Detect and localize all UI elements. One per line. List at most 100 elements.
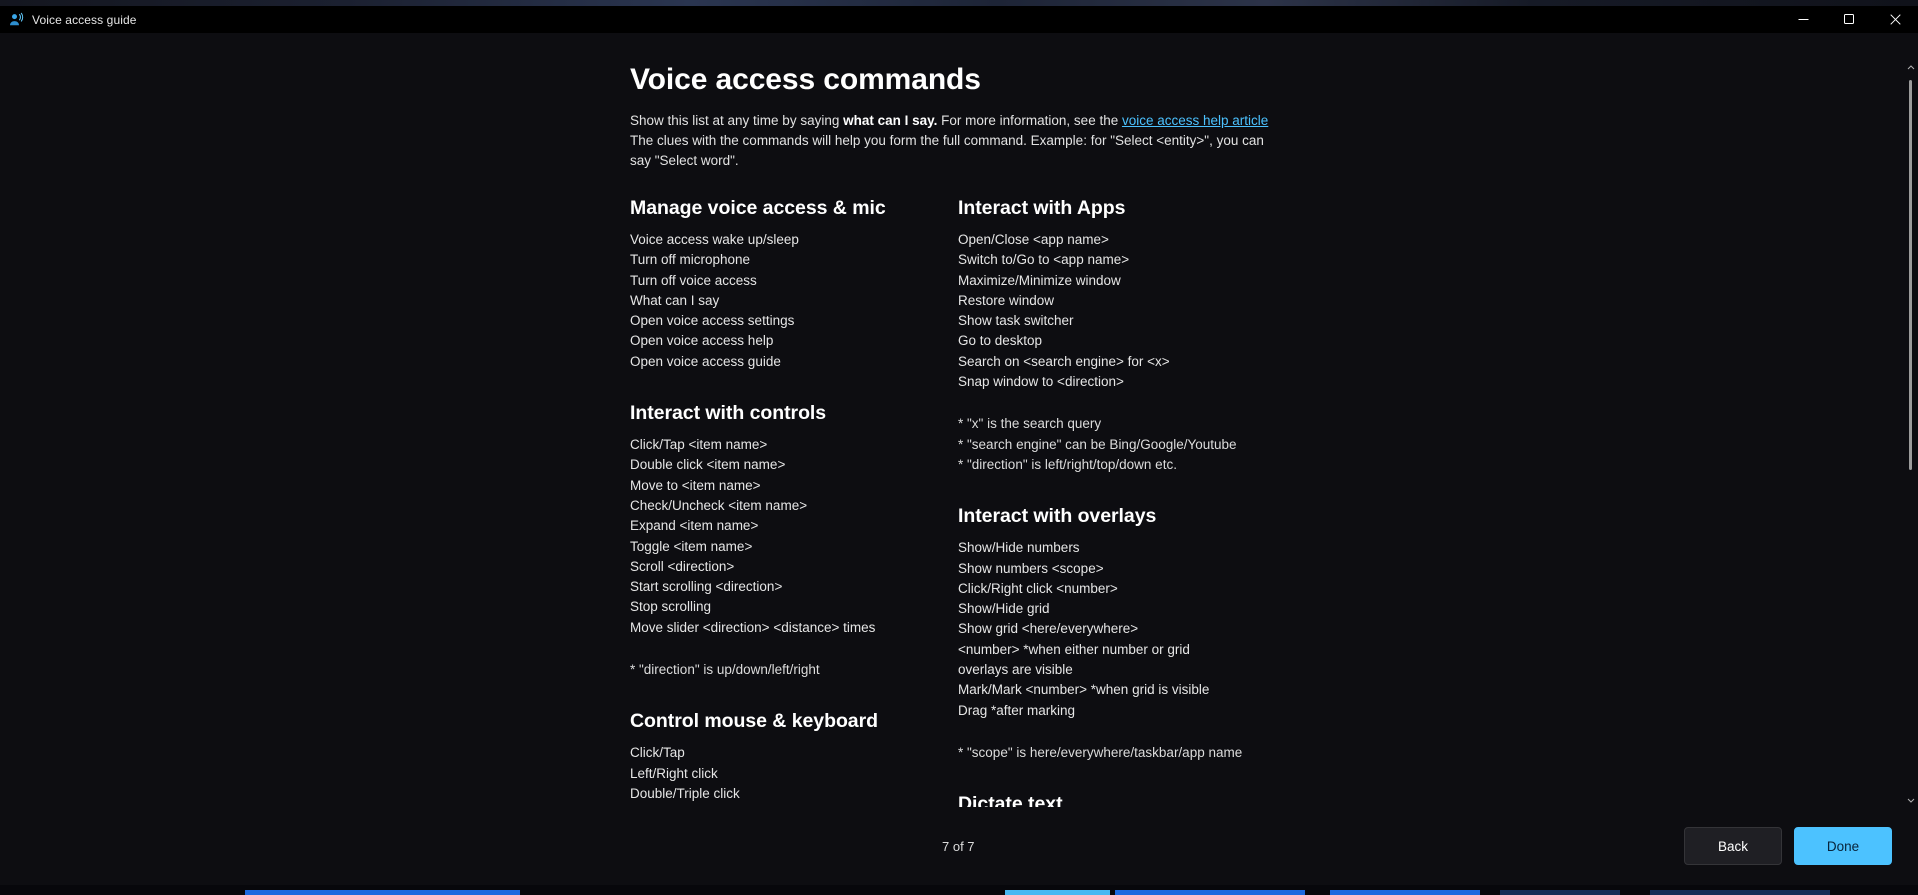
note-item: * "search engine" can be Bing/Google/You…	[958, 436, 1237, 452]
command-item: Switch to/Go to <app name>	[958, 252, 1130, 268]
command-item: <number> *when either number or grid	[958, 641, 1190, 657]
maximize-button[interactable]	[1826, 6, 1872, 33]
command-list: Click/Tap Left/Right click Double/Triple…	[630, 743, 958, 807]
command-item: Show/Hide grid	[958, 601, 1050, 617]
section-title: Manage voice access & mic	[630, 197, 886, 219]
command-item: Open voice access guide	[630, 353, 781, 369]
window-controls	[1780, 6, 1918, 33]
taskbar-item	[1330, 890, 1480, 895]
command-item: Show grid <here/everywhere>	[958, 621, 1139, 637]
left-column: Manage voice access & mic Voice access w…	[630, 197, 958, 807]
chevron-up-icon[interactable]	[1904, 60, 1918, 74]
intro-line3: say "Select word".	[630, 153, 739, 168]
command-item: Left/Right click	[630, 765, 718, 781]
taskbar-item	[245, 890, 520, 895]
command-list: Show/Hide numbers Show numbers <scope> C…	[958, 538, 1286, 721]
done-button[interactable]: Done	[1794, 827, 1892, 865]
command-item: Maximize/Minimize window	[958, 272, 1121, 288]
intro-paragraph: Show this list at any time by saying wha…	[630, 111, 1290, 171]
taskbar-strip-bottom	[0, 885, 1918, 895]
footer-bar: 7 of 7 Back Done	[0, 807, 1918, 885]
command-item: Start scrolling <direction>	[630, 579, 783, 595]
section-interact-with-apps: Interact with Apps Open/Close <app name>…	[958, 197, 1286, 475]
command-item: Go to desktop	[958, 333, 1043, 349]
command-item: Click/Tap <item name>	[630, 437, 768, 453]
voice-access-help-article-link[interactable]: voice access help article	[1122, 113, 1268, 128]
section-title: Interact with overlays	[958, 505, 1157, 528]
command-item: Show/Hide numbers	[958, 540, 1080, 556]
minimize-button[interactable]	[1780, 6, 1826, 33]
right-column: Interact with Apps Open/Close <app name>…	[958, 197, 1286, 807]
guide-content: Voice access commands Show this list at …	[0, 33, 1918, 807]
taskbar-item	[1115, 890, 1305, 895]
section-control-mouse-keyboard: Control mouse & keyboard Click/Tap Left/…	[630, 710, 958, 807]
command-item: Voice access wake up/sleep	[630, 232, 799, 247]
note-item: * "x" is the search query	[958, 416, 1102, 432]
command-item: Show task switcher	[958, 313, 1074, 329]
command-item: Snap window to <direction>	[958, 374, 1124, 390]
command-item: Open voice access settings	[630, 313, 795, 329]
command-item: Expand <item name>	[630, 518, 759, 534]
command-item: What can I say	[630, 292, 720, 308]
command-list: Click/Tap <item name> Double click <item…	[630, 435, 958, 638]
close-icon	[1889, 14, 1901, 25]
command-item: Turn off microphone	[630, 252, 751, 268]
command-list: Voice access wake up/sleep Turn off micr…	[630, 230, 958, 372]
scrollbar-thumb[interactable]	[1909, 80, 1912, 470]
page-title: Voice access commands	[630, 63, 981, 96]
title-bar: Voice access guide	[0, 6, 1918, 33]
section-title: Interact with controls	[630, 402, 827, 425]
command-item: Toggle <item name>	[630, 538, 753, 554]
command-item: Open/Close <app name>	[958, 232, 1109, 247]
command-item: Scroll <direction>	[630, 558, 735, 574]
command-list: Open/Close <app name> Switch to/Go to <a…	[958, 230, 1286, 392]
intro-line1-prefix: Show this list at any time by saying	[630, 113, 844, 128]
command-item: Drag *after marking	[958, 702, 1076, 718]
back-button[interactable]: Back	[1684, 827, 1782, 865]
command-item: Stop scrolling	[630, 599, 712, 615]
command-item: Click/Right click <number>	[958, 580, 1118, 596]
section-title: Control mouse & keyboard	[630, 710, 879, 733]
taskbar-item	[1005, 890, 1110, 895]
command-columns: Manage voice access & mic Voice access w…	[0, 171, 1918, 807]
command-item: Open voice access help	[630, 333, 774, 349]
section-manage-voice-access-mic: Manage voice access & mic Voice access w…	[630, 197, 958, 372]
command-item: Mark/Mark <number> *when grid is visible	[958, 682, 1210, 698]
maximize-icon	[1843, 14, 1855, 25]
vertical-scrollbar[interactable]	[1904, 60, 1918, 807]
guide-content-scroll-area[interactable]: Voice access commands Show this list at …	[0, 33, 1918, 807]
note-list: * "scope" is here/everywhere/taskbar/app…	[958, 743, 1286, 763]
close-button[interactable]	[1872, 6, 1918, 33]
note-list: * "direction" is up/down/left/right	[630, 660, 958, 680]
taskbar-item	[1650, 890, 1830, 895]
page-indicator: 7 of 7	[942, 838, 975, 854]
section-interact-with-controls: Interact with controls Click/Tap <item n…	[630, 402, 958, 680]
command-item: Double/Triple click	[630, 785, 740, 801]
command-item: Restore window	[958, 292, 1055, 308]
note-item: * "scope" is here/everywhere/taskbar/app…	[958, 744, 1243, 760]
intro-line1-bold: what can I say.	[843, 113, 938, 128]
command-item: Check/Uncheck <item name>	[630, 497, 808, 513]
chevron-down-icon[interactable]	[1904, 793, 1918, 807]
command-item: Move to <item name>	[630, 477, 761, 493]
intro-line1-middle: For more information, see the	[937, 113, 1122, 128]
minimize-icon	[1798, 14, 1809, 25]
command-item: Turn off voice access	[630, 272, 757, 288]
command-item: Move slider <direction> <distance> times	[630, 619, 876, 635]
section-dictate-text: Dictate text <phrase> Type <phrase>	[958, 793, 1286, 807]
intro-line2: The clues with the commands will help yo…	[630, 133, 1264, 148]
note-item: * "direction" is up/down/left/right	[630, 662, 820, 678]
section-title: Interact with Apps	[958, 197, 1126, 219]
note-list: * "x" is the search query * "search engi…	[958, 414, 1286, 475]
taskbar-item	[1500, 890, 1620, 895]
section-interact-with-overlays: Interact with overlays Show/Hide numbers…	[958, 505, 1286, 763]
section-title: Dictate text	[958, 793, 1063, 807]
title-bar-left-group: Voice access guide	[0, 12, 137, 28]
window-title: Voice access guide	[32, 12, 137, 27]
voice-access-icon	[8, 12, 24, 28]
command-item: Search on <search engine> for <x>	[958, 353, 1170, 369]
page-header: Voice access commands Show this list at …	[0, 33, 1918, 171]
command-item: Click/Tap	[630, 745, 685, 761]
note-item: * "direction" is left/right/top/down etc…	[958, 456, 1177, 472]
command-item: overlays are visible	[958, 662, 1073, 678]
